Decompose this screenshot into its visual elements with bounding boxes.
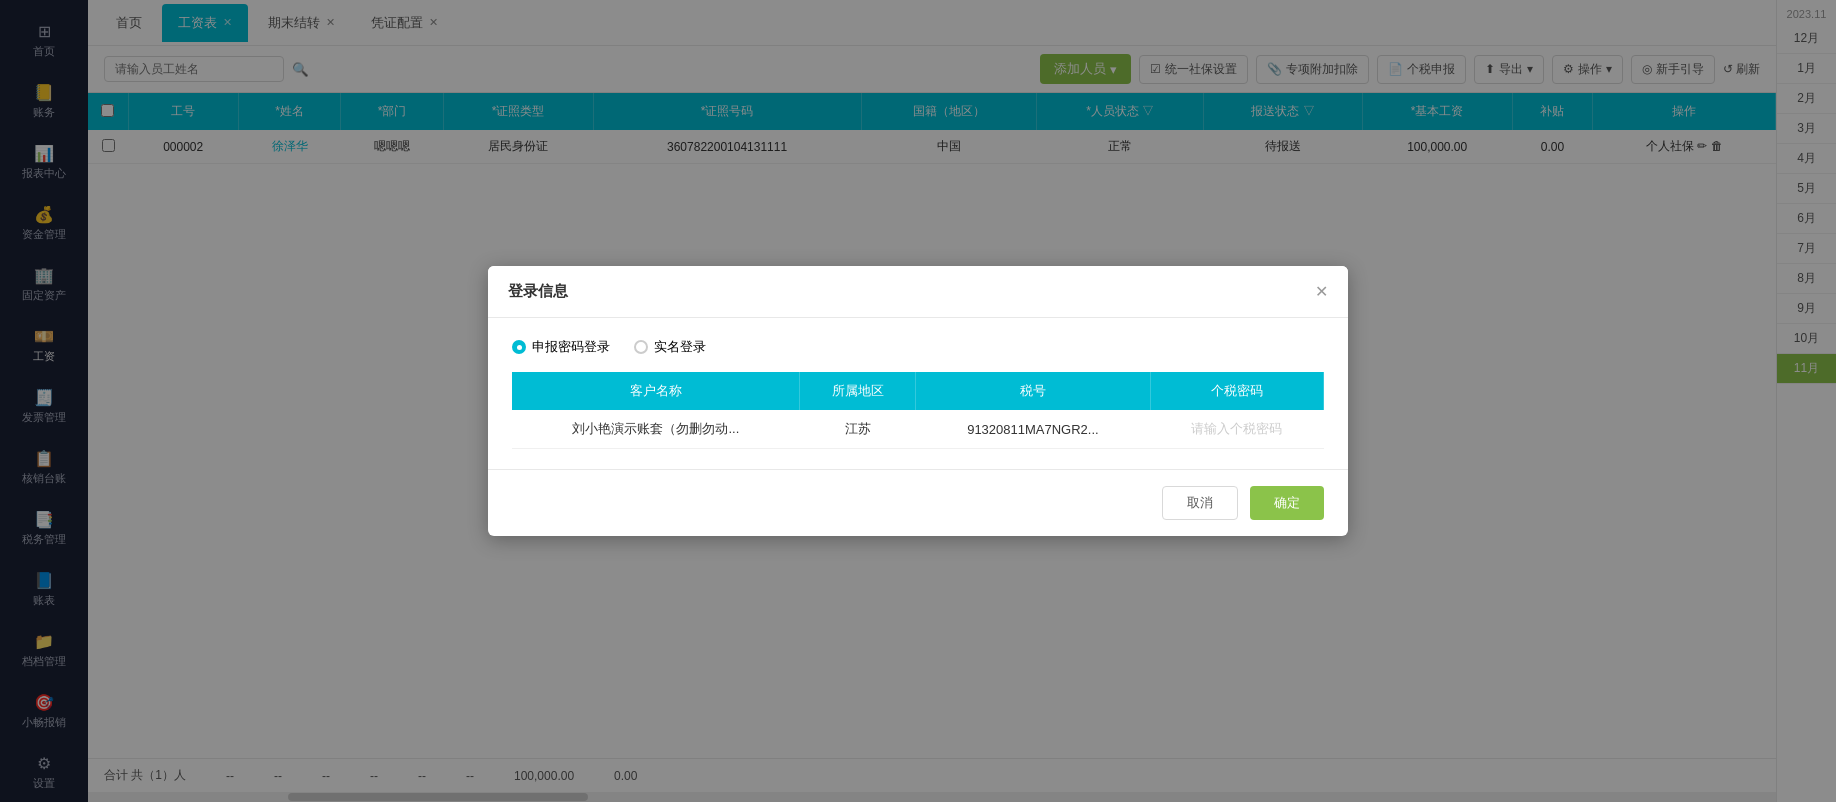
dialog-col-region: 所属地区 — [800, 372, 916, 410]
client-name-cell: 刘小艳演示账套（勿删勿动... — [512, 410, 800, 449]
dialog-close-button[interactable]: ✕ — [1315, 282, 1328, 301]
dialog-header: 登录信息 ✕ — [488, 266, 1348, 318]
dialog-table: 客户名称 所属地区 税号 个税密码 刘小艳演示账套（勿删勿动... 江苏 913… — [512, 372, 1324, 449]
radio-password-login[interactable]: 申报密码登录 — [512, 338, 610, 356]
modal-overlay: 登录信息 ✕ 申报密码登录 实名登录 — [0, 0, 1836, 802]
radio-realname-unchecked — [634, 340, 648, 354]
dialog-footer: 取消 确定 — [488, 469, 1348, 536]
radio-realname-login[interactable]: 实名登录 — [634, 338, 706, 356]
dialog-col-password: 个税密码 — [1150, 372, 1323, 410]
tax-id-cell: 91320811MA7NGR2... — [916, 410, 1150, 449]
dialog-col-client: 客户名称 — [512, 372, 800, 410]
region-cell: 江苏 — [800, 410, 916, 449]
cancel-button[interactable]: 取消 — [1162, 486, 1238, 520]
confirm-button[interactable]: 确定 — [1250, 486, 1324, 520]
dialog-table-row: 刘小艳演示账套（勿删勿动... 江苏 91320811MA7NGR2... 请输… — [512, 410, 1324, 449]
radio-password-checked — [512, 340, 526, 354]
dialog-body: 申报密码登录 实名登录 客户名称 所属地区 税号 个税密码 — [488, 318, 1348, 469]
dialog-table-header: 客户名称 所属地区 税号 个税密码 — [512, 372, 1324, 410]
dialog-title: 登录信息 — [508, 282, 568, 301]
dialog-col-tax-id: 税号 — [916, 372, 1150, 410]
password-input-cell[interactable]: 请输入个税密码 — [1150, 410, 1323, 449]
login-dialog: 登录信息 ✕ 申报密码登录 实名登录 — [488, 266, 1348, 536]
login-type-radio-group: 申报密码登录 实名登录 — [512, 338, 1324, 356]
